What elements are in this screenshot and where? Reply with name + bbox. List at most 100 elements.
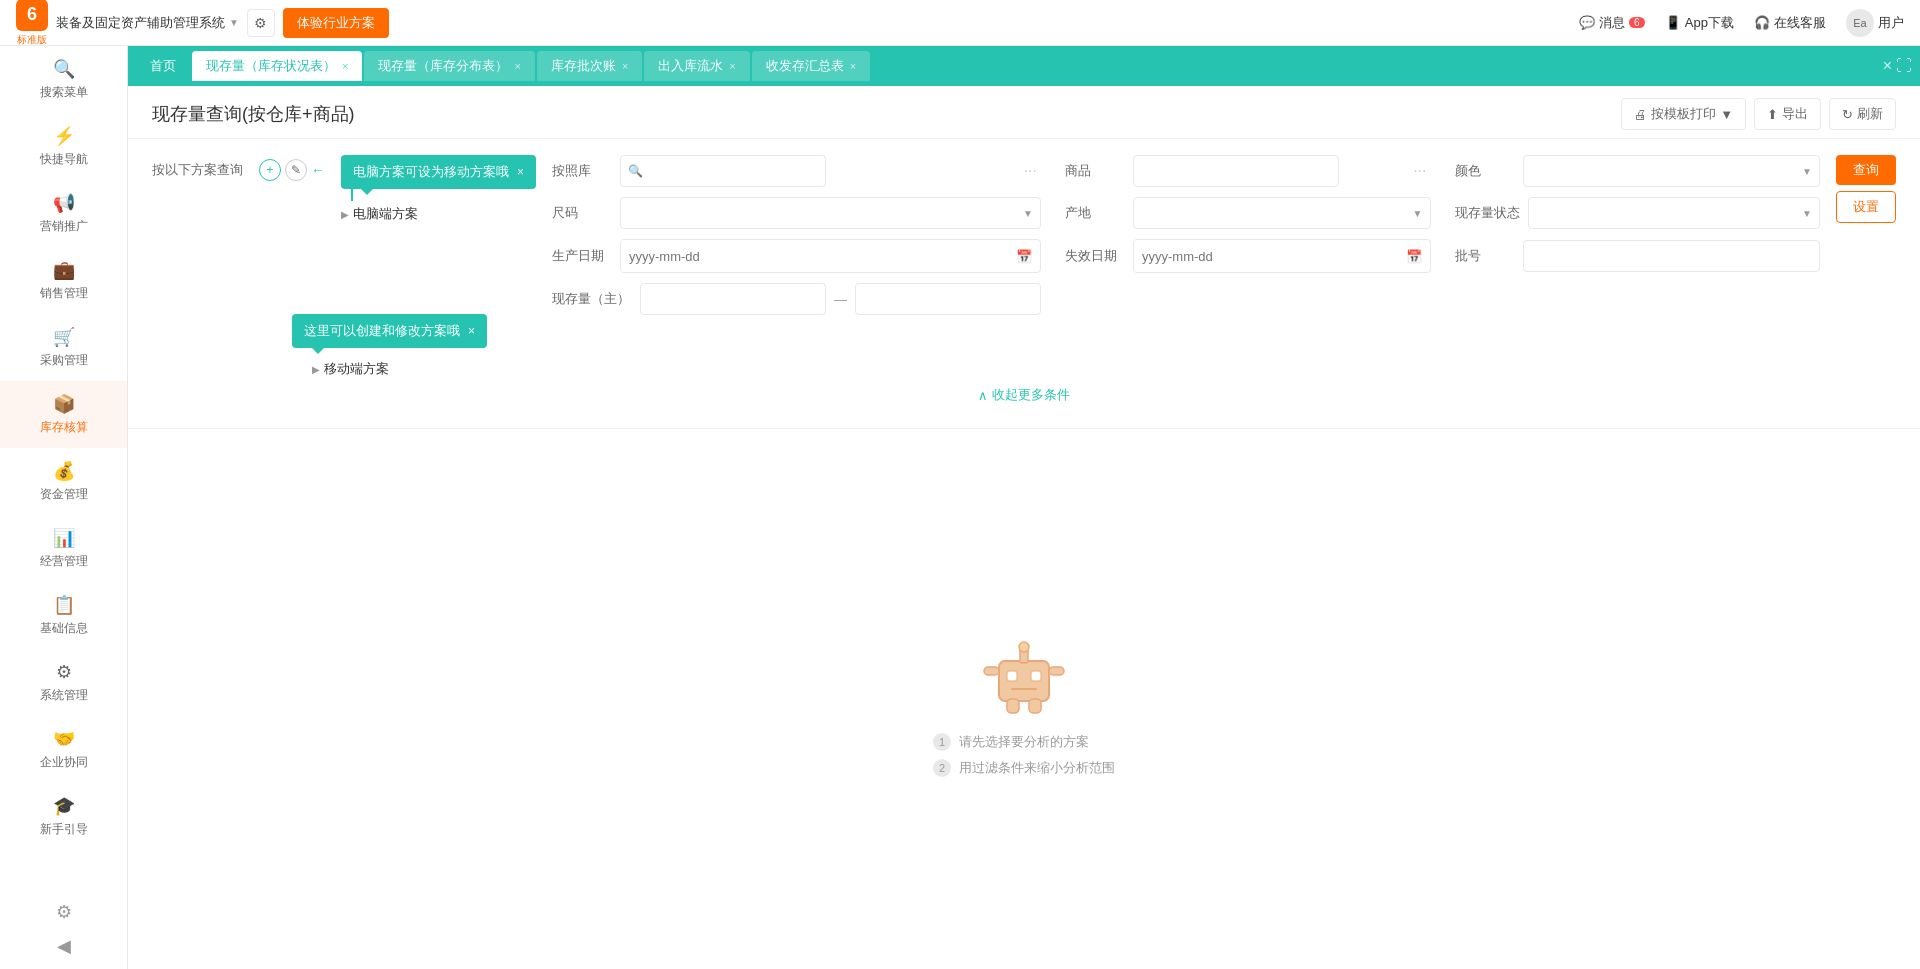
origin-label: 产地 (1065, 204, 1125, 222)
expiry-date-wrapper: 📅 (1133, 239, 1430, 273)
refresh-button[interactable]: ↻ 刷新 (1829, 98, 1896, 130)
collapse-button[interactable]: ∧ 收起更多条件 (978, 386, 1070, 404)
calendar-icon[interactable]: 📅 (1008, 249, 1040, 264)
sidebar-item-sales[interactable]: 💼 销售管理 (0, 247, 127, 314)
edit-scheme-button[interactable]: ✎ (285, 159, 307, 181)
product-input[interactable] (1133, 155, 1339, 187)
range-separator: — (834, 292, 847, 307)
message-icon: 💬 (1579, 15, 1595, 30)
product-input-wrapper (1133, 155, 1401, 187)
message-button[interactable]: 💬 消息 6 (1579, 14, 1645, 32)
production-date-wrapper: 📅 (620, 239, 1041, 273)
chart-icon: 📊 (53, 527, 75, 549)
empty-tips: 1 请先选择要分析的方案 2 用过滤条件来缩小分析范围 (933, 733, 1115, 777)
arrow-back-button[interactable]: ← (311, 162, 325, 178)
cart-icon: 🛒 (53, 326, 75, 348)
megaphone-icon: 📢 (53, 192, 75, 214)
production-date-input[interactable] (621, 240, 1008, 272)
form-item-inventory-amount: 现存量（主） — (552, 283, 1041, 315)
tooltip-close-button[interactable]: × (517, 165, 524, 179)
origin-select[interactable] (1133, 197, 1430, 229)
tip1-text: 请先选择要分析的方案 (959, 733, 1089, 751)
sidebar-item-finance[interactable]: 💰 资金管理 (0, 448, 127, 515)
inventory-status-select[interactable] (1528, 197, 1821, 229)
tab-fullscreen-button[interactable]: ⛶ (1896, 57, 1912, 75)
mobile-scheme-label: 移动端方案 (324, 360, 389, 378)
settings-gear-button[interactable]: ⚙ (247, 9, 275, 37)
export-button[interactable]: ⬆ 导出 (1754, 98, 1821, 130)
sidebar-item-search[interactable]: 🔍 搜索菜单 (0, 46, 127, 113)
form-item-inventory-status: 现存量状态 ▼ (1455, 197, 1821, 229)
sidebar-item-label: 快捷导航 (40, 151, 88, 168)
tooltip2-close-button[interactable]: × (468, 324, 475, 338)
svg-rect-9 (1029, 699, 1041, 713)
sidebar-item-label: 搜索菜单 (40, 84, 88, 101)
svg-rect-6 (984, 667, 999, 675)
sidebar-item-marketing[interactable]: 📢 营销推广 (0, 180, 127, 247)
calendar-icon[interactable]: 📅 (1398, 249, 1430, 264)
tooltip-text: 这里可以创建和修改方案哦 (304, 322, 460, 340)
sidebar-item-inventory[interactable]: 📦 库存核算 (0, 381, 127, 448)
form-item-product: 商品 ··· (1065, 155, 1430, 187)
tab-bar: 首页 现存量（库存状况表） × 现存量（库存分布表） × 库存批次账 × 出入库… (128, 46, 1920, 86)
sidebar-item-purchase[interactable]: 🛒 采购管理 (0, 314, 127, 381)
tab-close-icon[interactable]: × (514, 60, 520, 72)
size-select[interactable] (620, 197, 1041, 229)
production-date-label: 生产日期 (552, 247, 612, 265)
inventory-amount-min-input[interactable] (640, 283, 826, 315)
sidebar-item-enterprise[interactable]: 🤝 企业协同 (0, 716, 127, 783)
tab-close-icon[interactable]: × (729, 60, 735, 72)
sidebar-item-system[interactable]: ⚙ 系统管理 (0, 649, 127, 716)
warehouse-more-button[interactable]: ··· (1020, 162, 1041, 180)
inventory-amount-label: 现存量（主） (552, 290, 632, 308)
logo-icon: 6 (16, 0, 48, 31)
logo-subtext: 标准版 (17, 33, 47, 47)
search-small-icon: 🔍 (628, 164, 643, 178)
inventory-status-label: 现存量状态 (1455, 204, 1520, 222)
tab-close-all-button[interactable]: × (1883, 57, 1892, 75)
settings-button[interactable]: 设置 (1836, 191, 1896, 223)
empty-state: 1 请先选择要分析的方案 2 用过滤条件来缩小分析范围 (933, 621, 1115, 777)
form-item-production-date: 生产日期 📅 (552, 239, 1041, 273)
online-service-button[interactable]: 🎧 在线客服 (1754, 14, 1826, 32)
tab-inventory-status[interactable]: 现存量（库存状况表） × (192, 51, 362, 81)
inventory-amount-max-input[interactable] (855, 283, 1041, 315)
app-download-button[interactable]: 📱 App下载 (1665, 14, 1734, 32)
print-template-button[interactable]: 🖨 按模板打印 ▼ (1621, 98, 1746, 130)
tab-close-icon[interactable]: × (622, 60, 628, 72)
tab-home[interactable]: 首页 (136, 51, 190, 81)
sidebar-collapse-button[interactable]: ◀ (57, 935, 71, 957)
batch-input[interactable] (1523, 240, 1821, 272)
inventory-icon: 📦 (53, 393, 75, 415)
user-area[interactable]: Ea 用户 (1846, 9, 1904, 37)
online-service-label: 在线客服 (1774, 14, 1826, 32)
form-item-origin: 产地 ▼ (1065, 197, 1430, 229)
system-selector[interactable]: 装备及固定资产辅助管理系统 ▼ (56, 14, 239, 32)
product-more-button[interactable]: ··· (1409, 162, 1430, 180)
sidebar-settings-button[interactable]: ⚙ (56, 901, 72, 923)
tab-close-icon[interactable]: × (850, 60, 856, 72)
tab-inventory-distribution[interactable]: 现存量（库存分布表） × (364, 51, 534, 81)
sidebar-item-quicknav[interactable]: ⚡ 快捷导航 (0, 113, 127, 180)
color-label: 颜色 (1455, 162, 1515, 180)
color-select[interactable] (1523, 155, 1821, 187)
expiry-date-input[interactable] (1134, 240, 1397, 272)
tab-inout-flow[interactable]: 出入库流水 × (644, 51, 749, 81)
sidebar-item-basic[interactable]: 📋 基础信息 (0, 582, 127, 649)
trial-button[interactable]: 体验行业方案 (283, 8, 389, 38)
sidebar-item-guide[interactable]: 🎓 新手引导 (0, 783, 127, 850)
tab-summary[interactable]: 收发存汇总表 × (752, 51, 870, 81)
query-button[interactable]: 查询 (1836, 155, 1896, 185)
pc-scheme-tooltip: 电脑方案可设为移动方案哦 × (341, 155, 536, 189)
export-icon: ⬆ (1767, 107, 1778, 122)
tab-close-icon[interactable]: × (342, 60, 348, 72)
chevron-down-icon: ▼ (229, 17, 239, 28)
tab-batch-account[interactable]: 库存批次账 × (537, 51, 642, 81)
warehouse-input[interactable] (620, 155, 826, 187)
scheme-node-pc[interactable]: ▶ 电脑端方案 (341, 201, 418, 227)
sidebar-item-operations[interactable]: 📊 经营管理 (0, 515, 127, 582)
sidebar-item-label: 销售管理 (40, 285, 88, 302)
svg-rect-2 (1031, 671, 1041, 681)
add-scheme-button[interactable]: + (259, 159, 281, 181)
svg-rect-0 (999, 661, 1049, 701)
